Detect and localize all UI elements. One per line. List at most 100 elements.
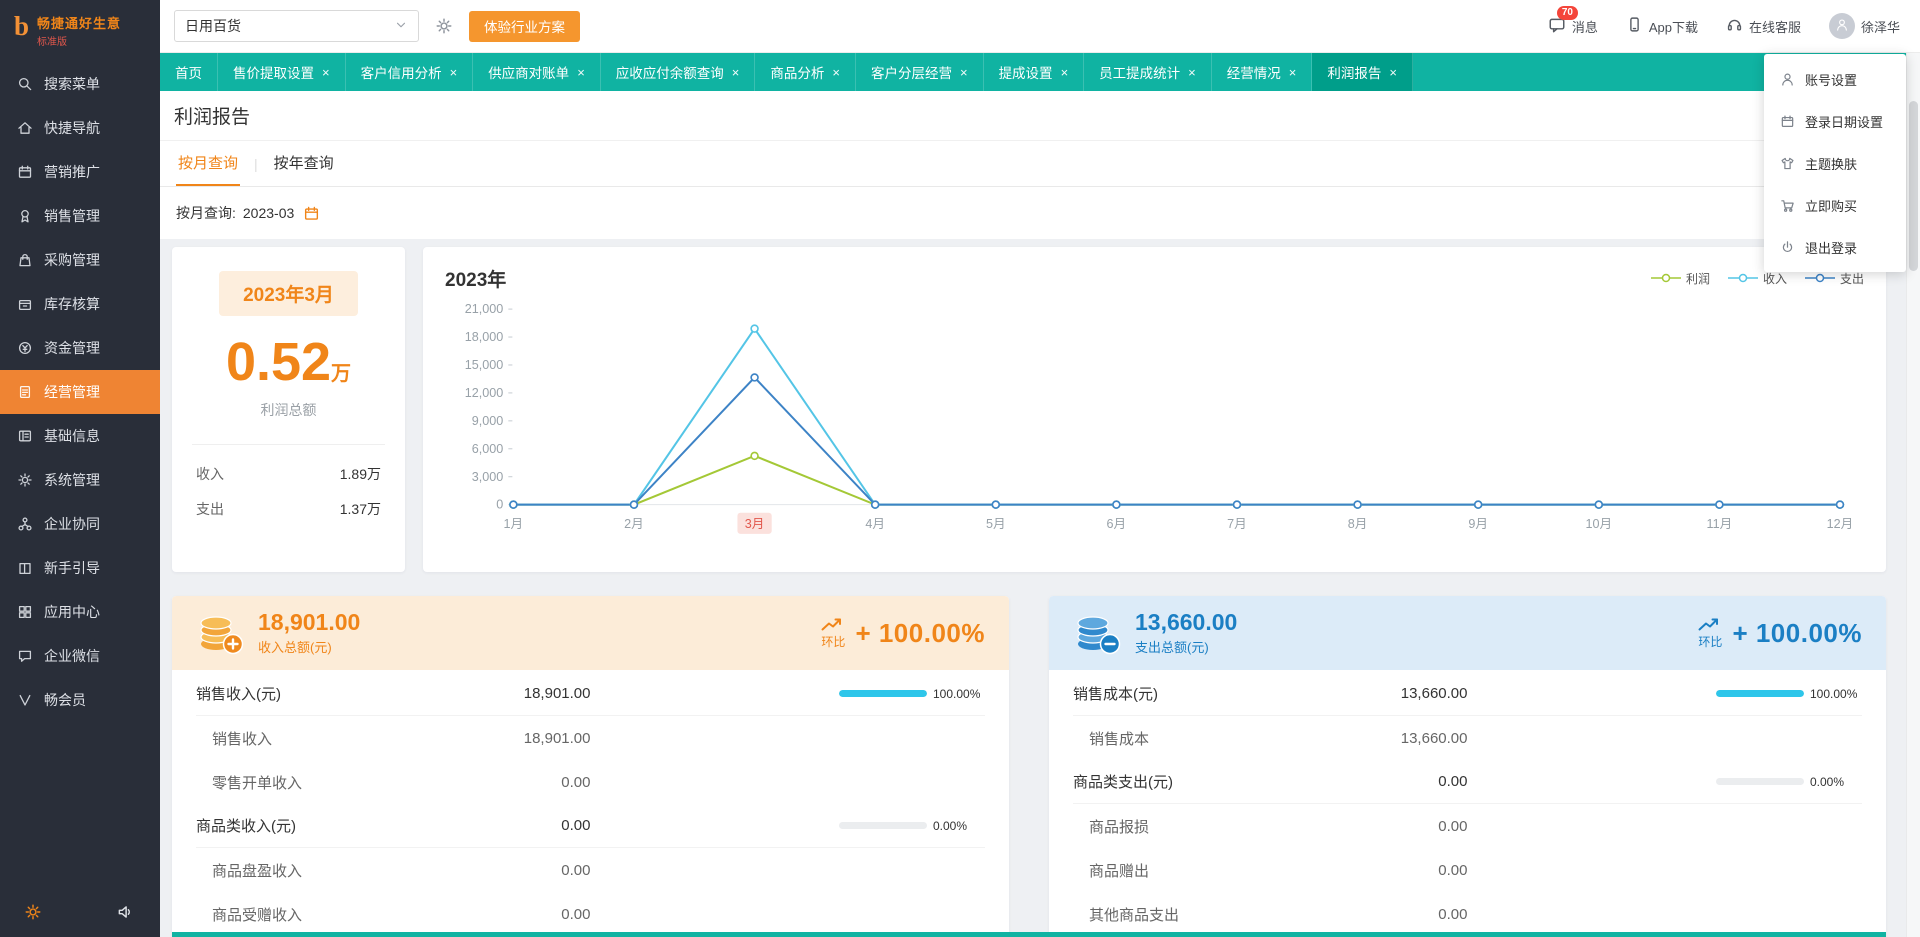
user-menu-item-0[interactable]: 账号设置 (1764, 58, 1906, 100)
sidebar: b 畅捷通好生意 标准版 搜索菜单 快捷导航 营销推广 销售管理 采购管理 库存核算 资金管… (0, 0, 160, 937)
legend-item-收入[interactable]: 收入 (1727, 270, 1787, 287)
table-row: 销售收入(元) 18,901.00 100.00% (196, 672, 985, 716)
subtab-yearly[interactable]: 按年查询 (272, 141, 336, 186)
gear-icon (436, 18, 452, 34)
row-label: 其他商品支出 (1089, 906, 1180, 924)
tab-1[interactable]: 售价提取设置 × (218, 53, 346, 91)
app-logo: b 畅捷通好生意 标准版 (0, 0, 160, 58)
tab-3[interactable]: 供应商对账单 × (473, 53, 601, 91)
store-selector[interactable]: 日用百货 (174, 10, 419, 42)
sidebar-item-11[interactable]: 新手引导 (0, 546, 160, 590)
user-menu-item-1[interactable]: 登录日期设置 (1764, 100, 1906, 142)
row-value: 18,901.00 (523, 685, 591, 702)
online-service-button[interactable]: 在线客服 (1726, 16, 1801, 36)
svg-text:10月: 10月 (1585, 517, 1612, 531)
sidebar-item-5[interactable]: 库存核算 (0, 282, 160, 326)
tab-10[interactable]: 利润报告 × (1312, 53, 1413, 91)
tab-4[interactable]: 应收应付余额查询 × (601, 53, 756, 91)
tab-close-icon[interactable]: × (1389, 66, 1397, 79)
scrollbar[interactable] (1906, 53, 1920, 937)
row-value: 0.00 (561, 773, 591, 791)
messages-label: 消息 (1571, 19, 1598, 35)
tab-close-icon[interactable]: × (450, 66, 458, 79)
sidebar-item-10[interactable]: 企业协同 (0, 502, 160, 546)
scrollbar-thumb[interactable] (1909, 101, 1918, 271)
app-window: b 畅捷通好生意 标准版 搜索菜单 快捷导航 营销推广 销售管理 采购管理 库存核算 资金管… (0, 0, 1920, 937)
sidebar-item-7[interactable]: 经营管理 (0, 370, 160, 414)
box-icon (18, 299, 32, 311)
profit-summary-card: 2023年3月 0.52万 利润总额 收入 1.89万 支出 1.37万 (172, 247, 405, 572)
subtab-separator: | (254, 155, 258, 172)
profit-total-value: 0.52万 (225, 332, 352, 392)
table-row: 商品报损 0.00 (1073, 804, 1862, 848)
subtabs: 按月查询 | 按年查询 (160, 141, 1906, 187)
legend-marker-icon (1804, 273, 1835, 283)
messages-badge: 70 (1556, 5, 1578, 20)
sidebar-item-13[interactable]: 企业微信 (0, 634, 160, 678)
legend-item-支出[interactable]: 支出 (1804, 270, 1864, 287)
person-icon (1837, 18, 1847, 31)
chart-title: 2023年 (445, 269, 507, 291)
tab-close-icon[interactable]: × (832, 66, 840, 79)
messages-button[interactable]: 70 消息 (1548, 5, 1598, 37)
income-table: 销售收入(元) 18,901.00 100.00% 销售收入 18,901.00 零售开单… (172, 670, 1009, 937)
topbar-gear-button[interactable] (435, 17, 453, 35)
sidebar-item-6[interactable]: 资金管理 (0, 326, 160, 370)
tab-close-icon[interactable]: × (1289, 66, 1297, 79)
expense-card: 13,660.00 支出总额(元) 环比 + 100.00% 销售成本(元) 1… (1049, 596, 1886, 937)
user-menu-item-label: 立即购买 (1805, 198, 1858, 214)
subtab-monthly[interactable]: 按月查询 (176, 141, 241, 186)
tab-close-icon[interactable]: × (577, 66, 585, 79)
line-chart: 0 3,000 6,000 9,000 12,000 15,000 18,000 21,000… (465, 302, 1853, 534)
tab-5[interactable]: 商品分析 × (755, 53, 856, 91)
tab-close-icon[interactable]: × (960, 66, 968, 79)
profit-total-label: 利润总额 (260, 401, 317, 418)
date-picker-button[interactable] (303, 205, 320, 222)
user-menu-item-3[interactable]: 立即购买 (1764, 184, 1906, 226)
user-button[interactable]: 徐泽华 (1828, 13, 1900, 39)
progress-bar: 0.00% (1467, 775, 1862, 789)
svg-text:21,000: 21,000 (465, 302, 504, 316)
sidebar-item-4[interactable]: 采购管理 (0, 238, 160, 282)
svg-text:6月: 6月 (1107, 517, 1127, 531)
sidebar-item-2[interactable]: 营销推广 (0, 150, 160, 194)
tab-6[interactable]: 客户分层经营 × (856, 53, 984, 91)
row-label: 销售收入 (212, 730, 273, 748)
tab-close-icon[interactable]: × (1188, 66, 1196, 79)
tab-close-icon[interactable]: × (732, 66, 740, 79)
chat-icon (18, 650, 32, 662)
sidebar-item-9[interactable]: 系统管理 (0, 458, 160, 502)
announcement-horn-icon[interactable] (116, 903, 134, 921)
tab-2[interactable]: 客户信用分析 × (346, 53, 474, 91)
tab-close-icon[interactable]: × (322, 66, 330, 79)
industry-solution-button[interactable]: 体验行业方案 (469, 10, 580, 42)
tab-7[interactable]: 提成设置 × (984, 53, 1085, 91)
tab-9[interactable]: 经营情况 × (1212, 53, 1313, 91)
tab-label: 利润报告 (1327, 66, 1382, 81)
sidebar-settings-gear-icon[interactable] (24, 903, 42, 921)
sidebar-item-14[interactable]: 畅会员 (0, 678, 160, 722)
user-menu-item-4[interactable]: 退出登录 (1764, 226, 1906, 268)
user-menu-item-2[interactable]: 主题换肤 (1764, 142, 1906, 184)
vip-icon (19, 694, 31, 706)
brand-edition: 标准版 (37, 37, 68, 48)
sidebar-item-3[interactable]: 销售管理 (0, 194, 160, 238)
sidebar-item-0[interactable]: 搜索菜单 (0, 62, 160, 106)
legend-item-利润[interactable]: 利润 (1650, 270, 1710, 287)
power-icon (1782, 240, 1793, 252)
row-label: 销售成本 (1089, 730, 1150, 748)
sidebar-item-12[interactable]: 应用中心 (0, 590, 160, 634)
row-label: 商品报损 (1089, 818, 1150, 836)
brand-name: 畅捷通好生意 (37, 16, 122, 31)
row-value: 18,901.00 (523, 729, 591, 747)
app-download-button[interactable]: App下载 (1626, 16, 1698, 36)
tab-8[interactable]: 员工提成统计 × (1084, 53, 1212, 91)
sidebar-menu: 搜索菜单 快捷导航 营销推广 销售管理 采购管理 库存核算 资金管理 经营管理 基础信息 系统管理… (0, 62, 160, 722)
sidebar-item-8[interactable]: 基础信息 (0, 414, 160, 458)
svg-text:9,000: 9,000 (472, 414, 504, 428)
income-total: 18,901.00 (258, 608, 361, 635)
sidebar-item-1[interactable]: 快捷导航 (0, 106, 160, 150)
tab-0[interactable]: 首页 (160, 53, 218, 91)
tab-close-icon[interactable]: × (1061, 66, 1069, 79)
filter-label: 按月查询: (176, 205, 236, 221)
